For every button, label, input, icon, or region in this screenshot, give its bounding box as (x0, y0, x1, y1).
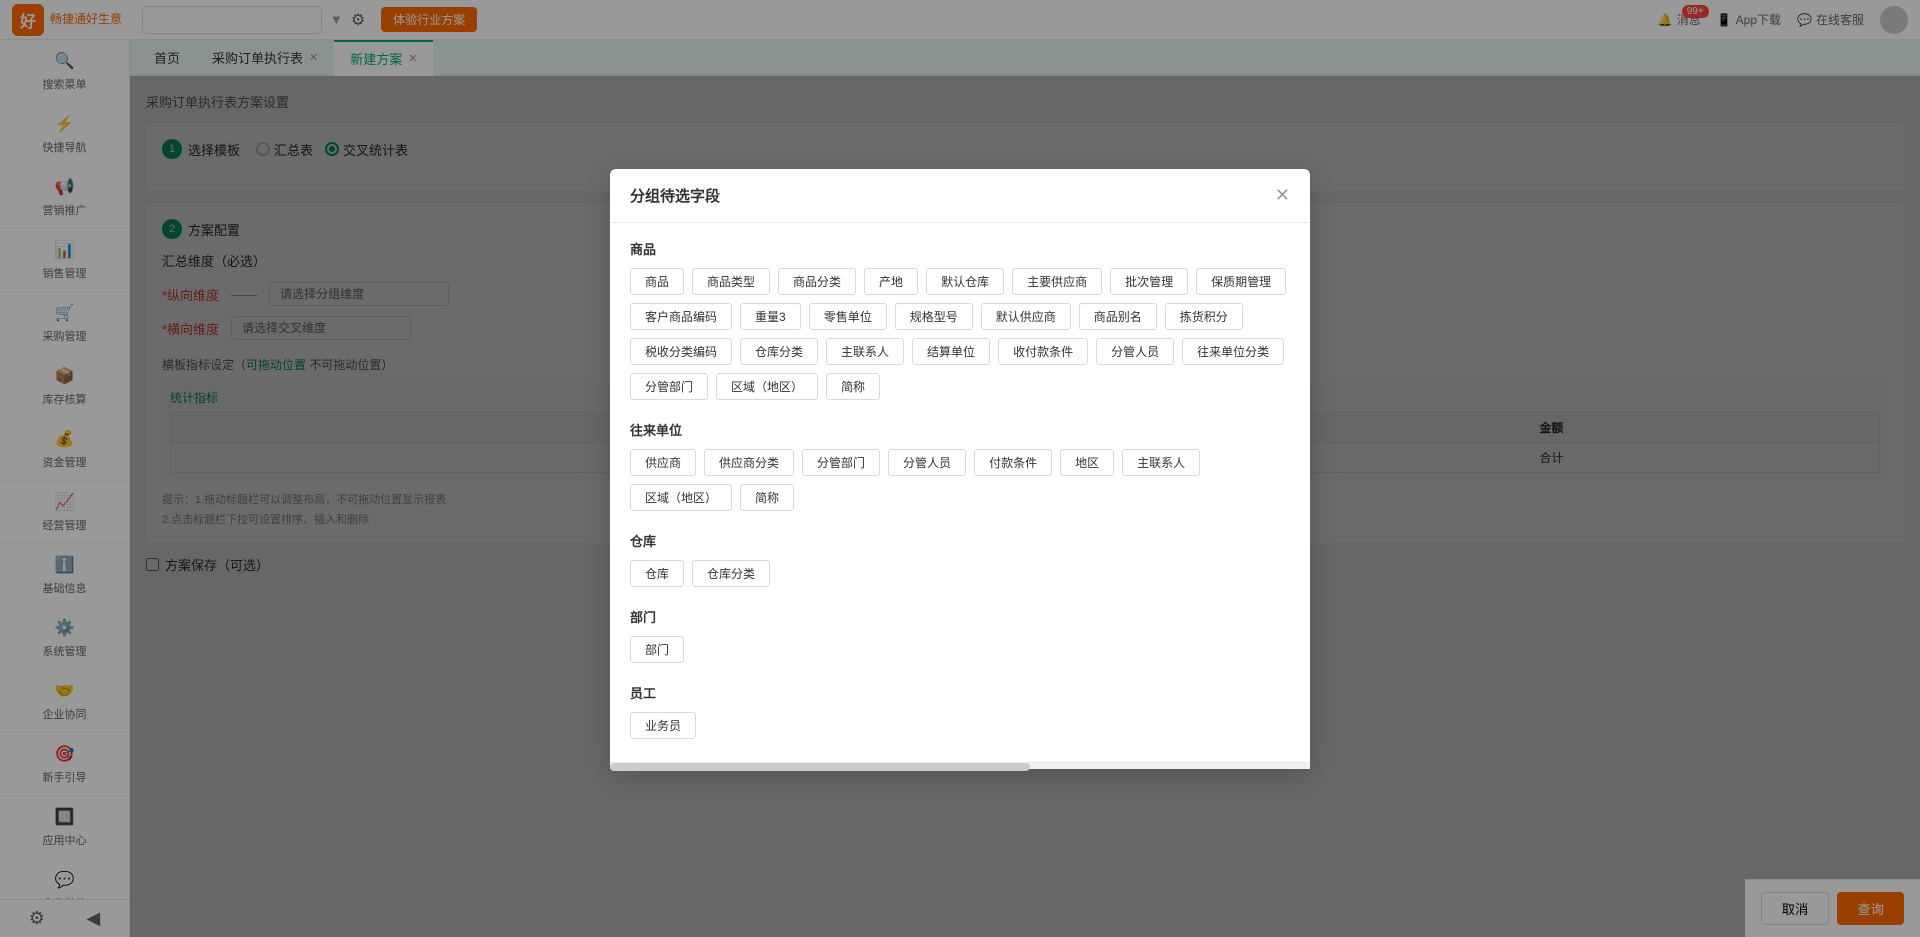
section-title-4: 员工 (630, 683, 1290, 702)
field-tag-2-1[interactable]: 仓库分类 (692, 560, 770, 587)
field-tag-0-21[interactable]: 往来单位分类 (1182, 338, 1284, 365)
field-select-modal: 分组待选字段 ✕ 商品商品商品类型商品分类产地默认仓库主要供应商批次管理保质期管… (610, 169, 1310, 769)
modal-close-button[interactable]: ✕ (1275, 185, 1290, 206)
field-tags-4: 业务员 (630, 712, 1290, 739)
field-tag-0-22[interactable]: 分管部门 (630, 373, 708, 400)
field-tag-0-20[interactable]: 分管人员 (1096, 338, 1174, 365)
field-tag-0-24[interactable]: 简称 (826, 373, 880, 400)
field-tags-2: 仓库仓库分类 (630, 560, 1290, 587)
field-tag-0-1[interactable]: 商品类型 (692, 268, 770, 295)
field-tag-0-10[interactable]: 零售单位 (809, 303, 887, 330)
field-tag-0-18[interactable]: 结算单位 (912, 338, 990, 365)
field-tag-1-1[interactable]: 供应商分类 (704, 449, 794, 476)
modal-title: 分组待选字段 (630, 185, 720, 206)
field-tag-0-0[interactable]: 商品 (630, 268, 684, 295)
field-tag-0-2[interactable]: 商品分类 (778, 268, 856, 295)
field-tag-0-15[interactable]: 税收分类编码 (630, 338, 732, 365)
field-tag-0-12[interactable]: 默认供应商 (981, 303, 1071, 330)
modal-section-3: 部门部门 (630, 607, 1290, 663)
section-title-0: 商品 (630, 239, 1290, 258)
field-tags-1: 供应商供应商分类分管部门分管人员付款条件地区主联系人区域（地区） 简称 (630, 449, 1290, 511)
field-tags-0: 商品商品类型商品分类产地默认仓库主要供应商批次管理保质期管理客户商品编码重量3 零… (630, 268, 1290, 400)
field-tag-2-0[interactable]: 仓库 (630, 560, 684, 587)
section-title-2: 仓库 (630, 531, 1290, 550)
field-tag-0-19[interactable]: 收付款条件 (998, 338, 1088, 365)
field-tag-0-8[interactable]: 客户商品编码 (630, 303, 732, 330)
field-tag-0-3[interactable]: 产地 (864, 268, 918, 295)
field-tag-1-6[interactable]: 主联系人 (1122, 449, 1200, 476)
modal-horizontal-scrollbar[interactable] (610, 762, 1310, 769)
modal-section-2: 仓库仓库仓库分类 (630, 531, 1290, 587)
modal-overlay: 分组待选字段 ✕ 商品商品商品类型商品分类产地默认仓库主要供应商批次管理保质期管… (0, 0, 1920, 937)
field-tag-0-9[interactable]: 重量3 (740, 303, 801, 330)
modal-header: 分组待选字段 ✕ (610, 169, 1310, 223)
field-tag-0-6[interactable]: 批次管理 (1110, 268, 1188, 295)
field-tag-1-8[interactable]: 简称 (740, 484, 794, 511)
section-title-1: 往来单位 (630, 420, 1290, 439)
field-tag-0-5[interactable]: 主要供应商 (1012, 268, 1102, 295)
field-tag-0-17[interactable]: 主联系人 (826, 338, 904, 365)
modal-section-0: 商品商品商品类型商品分类产地默认仓库主要供应商批次管理保质期管理客户商品编码重量… (630, 239, 1290, 400)
field-tags-3: 部门 (630, 636, 1290, 663)
field-tag-1-4[interactable]: 付款条件 (974, 449, 1052, 476)
modal-section-1: 往来单位供应商供应商分类分管部门分管人员付款条件地区主联系人区域（地区） 简称 (630, 420, 1290, 511)
field-tag-1-5[interactable]: 地区 (1060, 449, 1114, 476)
field-tag-0-16[interactable]: 仓库分类 (740, 338, 818, 365)
field-tag-1-0[interactable]: 供应商 (630, 449, 696, 476)
field-tag-0-7[interactable]: 保质期管理 (1196, 268, 1286, 295)
field-tag-3-0[interactable]: 部门 (630, 636, 684, 663)
scrollbar-thumb (610, 763, 1030, 771)
field-tag-0-4[interactable]: 默认仓库 (926, 268, 1004, 295)
modal-body[interactable]: 商品商品商品类型商品分类产地默认仓库主要供应商批次管理保质期管理客户商品编码重量… (610, 223, 1310, 762)
field-tag-0-13[interactable]: 商品别名 (1079, 303, 1157, 330)
field-tag-1-3[interactable]: 分管人员 (888, 449, 966, 476)
section-title-3: 部门 (630, 607, 1290, 626)
field-tag-1-2[interactable]: 分管部门 (802, 449, 880, 476)
modal-section-4: 员工业务员 (630, 683, 1290, 739)
field-tag-4-0[interactable]: 业务员 (630, 712, 696, 739)
field-tag-0-14[interactable]: 拣货积分 (1165, 303, 1243, 330)
field-tag-1-7[interactable]: 区域（地区） (630, 484, 732, 511)
field-tag-0-23[interactable]: 区域（地区） (716, 373, 818, 400)
field-tag-0-11[interactable]: 规格型号 (895, 303, 973, 330)
